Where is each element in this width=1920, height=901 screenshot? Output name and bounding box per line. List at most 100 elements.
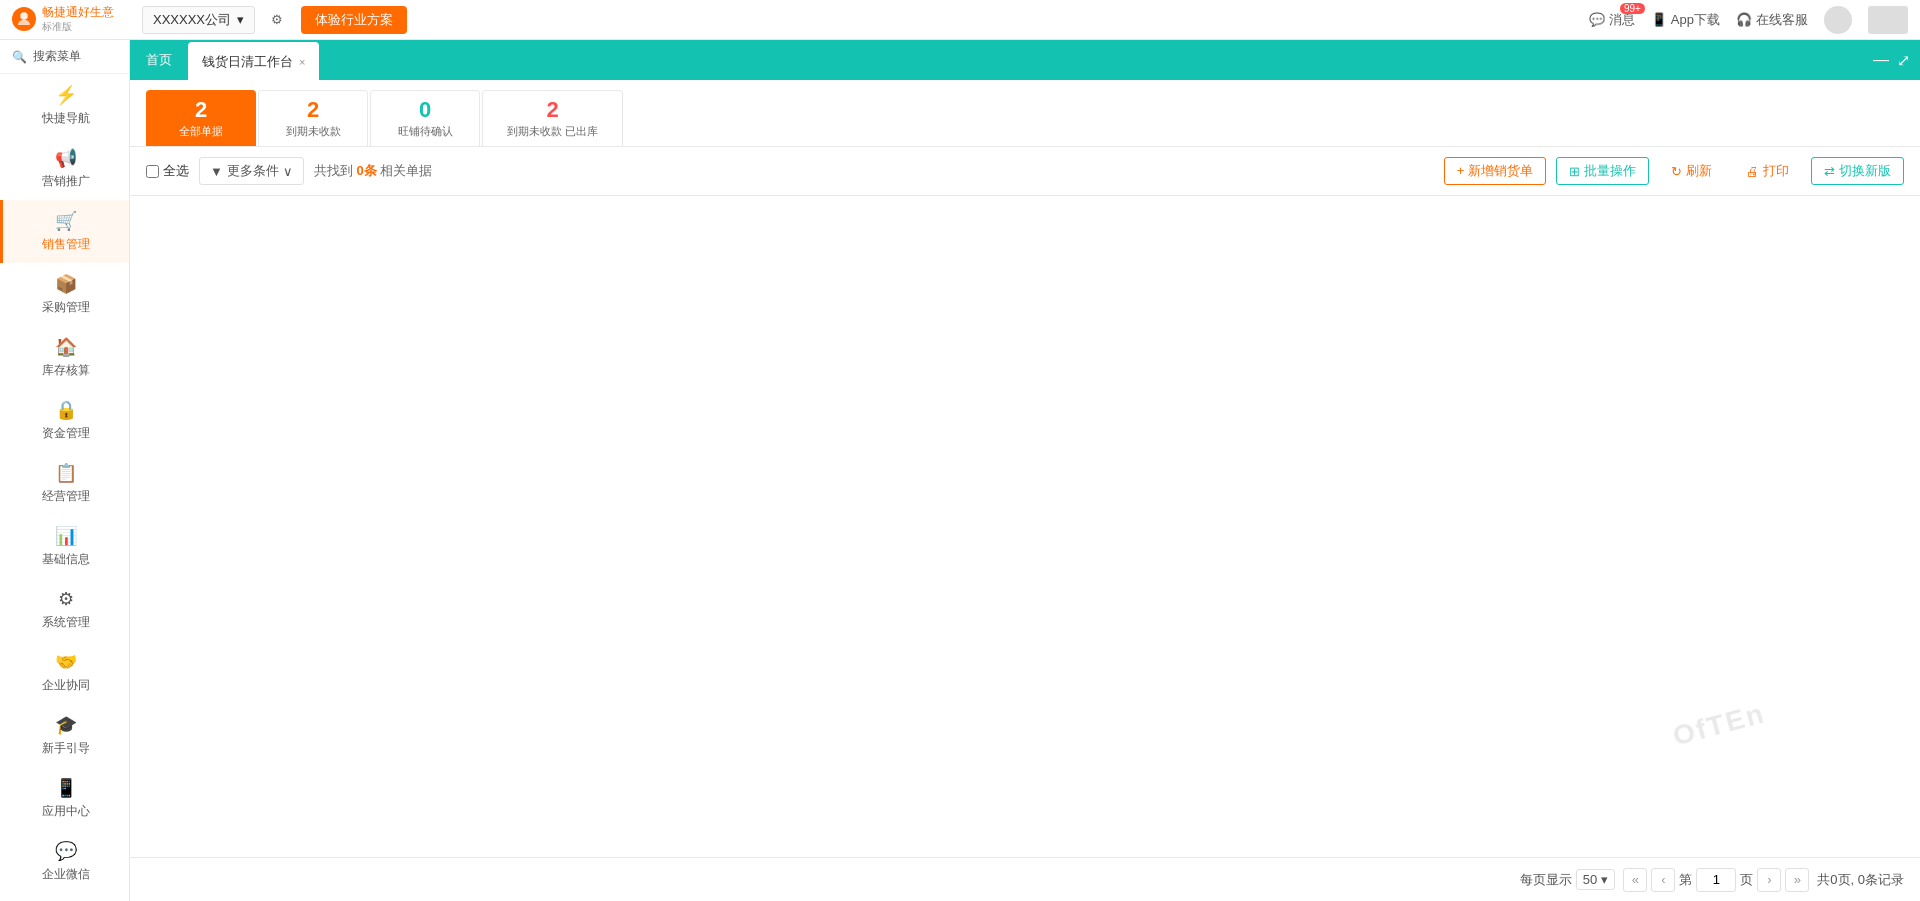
search-menu-label: 搜索菜单 (33, 48, 81, 65)
top-header: 畅捷通好生意 标准版 XXXXXX公司 ▾ ⚙ 体验行业方案 💬 消息 99+ … (0, 0, 1920, 40)
sidebar-item-member[interactable]: 👑 畅会员 (0, 893, 129, 901)
company-name: XXXXXX公司 (153, 11, 231, 29)
stat-label-pending: 旺铺待确认 (398, 124, 453, 138)
tab-home[interactable]: 首页 (130, 40, 188, 80)
operations-icon: 📋 (55, 462, 77, 484)
filter-label: 更多条件 (227, 162, 279, 180)
tab-bar: 首页 钱货日清工作台 × — ⤢ (130, 40, 1920, 80)
found-suffix: 相关单据 (380, 163, 432, 178)
app-download-button[interactable]: 📱 App下载 (1651, 11, 1720, 29)
sidebar-item-wechat[interactable]: 💬 企业微信 (0, 830, 129, 893)
last-page-button[interactable]: » (1785, 868, 1809, 892)
toolbar: 全选 ▼ 更多条件 ∨ 共找到 0条 相关单据 + 新增销货单 ⊞ 批量操作 ↻ (130, 147, 1920, 196)
refresh-icon: ↻ (1671, 164, 1682, 179)
logo-area: 畅捷通好生意 标准版 (12, 5, 142, 33)
sidebar-item-finance[interactable]: 🔒 资金管理 (0, 389, 129, 452)
avatar[interactable] (1824, 6, 1852, 34)
tab-active[interactable]: 钱货日清工作台 × (188, 42, 319, 82)
sidebar-item-label: 营销推广 (42, 173, 90, 190)
stat-tab-pending[interactable]: 0 旺铺待确认 (370, 90, 480, 146)
prev-page-button[interactable]: ‹ (1651, 868, 1675, 892)
page-number-input[interactable] (1696, 868, 1736, 892)
new-sale-button[interactable]: + 新增销货单 (1444, 157, 1546, 185)
window-minimize-button[interactable]: — (1873, 51, 1889, 69)
search-icon: 🔍 (12, 50, 27, 64)
sidebar-item-enterprise[interactable]: 🤝 企业协同 (0, 641, 129, 704)
quick-nav-icon: ⚡ (55, 84, 77, 106)
found-prefix: 共找到 (314, 163, 353, 178)
sidebar-item-operations[interactable]: 📋 经营管理 (0, 452, 129, 515)
sidebar-item-purchase[interactable]: 📦 采购管理 (0, 263, 129, 326)
logo-text-area: 畅捷通好生意 标准版 (42, 5, 114, 33)
sidebar-item-sales[interactable]: 🛒 销售管理 (0, 200, 129, 263)
chevron-down-icon: ▾ (237, 12, 244, 27)
tab-label: 钱货日清工作台 (202, 53, 293, 71)
guide-icon: 🎓 (55, 714, 77, 736)
sidebar-item-label: 快捷导航 (42, 110, 90, 127)
stat-number-shipped: 2 (546, 99, 558, 121)
refresh-button[interactable]: ↻ 刷新 (1659, 158, 1724, 184)
main-layout: 🔍 搜索菜单 ⚡ 快捷导航 📢 营销推广 🛒 销售管理 📦 采购管理 🏠 库存核… (0, 40, 1920, 901)
page-size-value: 50 (1583, 872, 1597, 887)
refresh-label: 刷新 (1686, 162, 1712, 180)
sidebar-item-marketing[interactable]: 📢 营销推广 (0, 137, 129, 200)
search-menu-item[interactable]: 🔍 搜索菜单 (0, 40, 129, 74)
found-count: 0条 (357, 163, 377, 178)
window-maximize-button[interactable]: ⤢ (1897, 51, 1910, 70)
company-selector[interactable]: XXXXXX公司 ▾ (142, 6, 255, 34)
svg-point-0 (20, 13, 28, 21)
logo-title: 畅捷通好生意 (42, 5, 114, 19)
service-icon: 🎧 (1736, 12, 1752, 27)
print-button[interactable]: 🖨 打印 (1734, 158, 1801, 184)
stat-number-all: 2 (195, 99, 207, 121)
stats-tabs: 2 全部单据 2 到期未收款 0 旺铺待确认 2 到期未收款 已出库 (130, 80, 1920, 147)
message-button[interactable]: 💬 消息 99+ (1589, 11, 1635, 29)
next-page-button[interactable]: › (1757, 868, 1781, 892)
stat-tab-overdue[interactable]: 2 到期未收款 (258, 90, 368, 146)
select-down-icon: ▾ (1601, 872, 1608, 887)
stat-number-pending: 0 (419, 99, 431, 121)
total-info: 共0页, 0条记录 (1817, 871, 1904, 889)
print-label: 打印 (1763, 162, 1789, 180)
page-prefix: 第 (1679, 871, 1692, 889)
message-badge: 99+ (1620, 3, 1645, 14)
inventory-icon: 🏠 (55, 336, 77, 358)
pagination: 每页显示 50 ▾ « ‹ 第 页 › » 共0页, 0条记录 (130, 857, 1920, 901)
tab-close-icon[interactable]: × (299, 56, 305, 68)
user-menu[interactable] (1868, 6, 1908, 34)
sidebar: 🔍 搜索菜单 ⚡ 快捷导航 📢 营销推广 🛒 销售管理 📦 采购管理 🏠 库存核… (0, 40, 130, 901)
app-download-label: App下载 (1671, 11, 1720, 29)
purchase-icon: 📦 (55, 273, 77, 295)
sidebar-item-quick-nav[interactable]: ⚡ 快捷导航 (0, 74, 129, 137)
sidebar-item-guide[interactable]: 🎓 新手引导 (0, 704, 129, 767)
marketing-icon: 📢 (55, 147, 77, 169)
first-page-button[interactable]: « (1623, 868, 1647, 892)
basic-info-icon: 📊 (55, 525, 77, 547)
switch-version-button[interactable]: ⇄ 切换新版 (1811, 157, 1904, 185)
trial-button[interactable]: 体验行业方案 (301, 6, 407, 34)
page-size-select-box[interactable]: 50 ▾ (1576, 869, 1615, 890)
sidebar-item-inventory[interactable]: 🏠 库存核算 (0, 326, 129, 389)
batch-operation-button[interactable]: ⊞ 批量操作 (1556, 157, 1649, 185)
switch-label: 切换新版 (1839, 162, 1891, 180)
select-all-checkbox[interactable]: 全选 (146, 162, 189, 180)
chevron-icon: ∨ (283, 164, 293, 179)
select-all-label: 全选 (163, 162, 189, 180)
settings-button[interactable]: ⚙ (263, 6, 291, 34)
finance-icon: 🔒 (55, 399, 77, 421)
tab-controls: — ⤢ (1873, 51, 1920, 70)
online-service-button[interactable]: 🎧 在线客服 (1736, 11, 1808, 29)
stat-tab-all[interactable]: 2 全部单据 (146, 90, 256, 146)
sidebar-item-system[interactable]: ⚙ 系统管理 (0, 578, 129, 641)
wechat-icon: 💬 (55, 840, 77, 862)
sidebar-item-apps[interactable]: 📱 应用中心 (0, 767, 129, 830)
batch-label: 批量操作 (1584, 162, 1636, 180)
found-text: 共找到 0条 相关单据 (314, 162, 432, 180)
sidebar-item-label: 应用中心 (42, 803, 90, 820)
enterprise-icon: 🤝 (55, 651, 77, 673)
select-all-input[interactable] (146, 165, 159, 178)
sidebar-item-basic-info[interactable]: 📊 基础信息 (0, 515, 129, 578)
sales-icon: 🛒 (55, 210, 77, 232)
more-filter-button[interactable]: ▼ 更多条件 ∨ (199, 157, 304, 185)
stat-tab-shipped[interactable]: 2 到期未收款 已出库 (482, 90, 623, 146)
